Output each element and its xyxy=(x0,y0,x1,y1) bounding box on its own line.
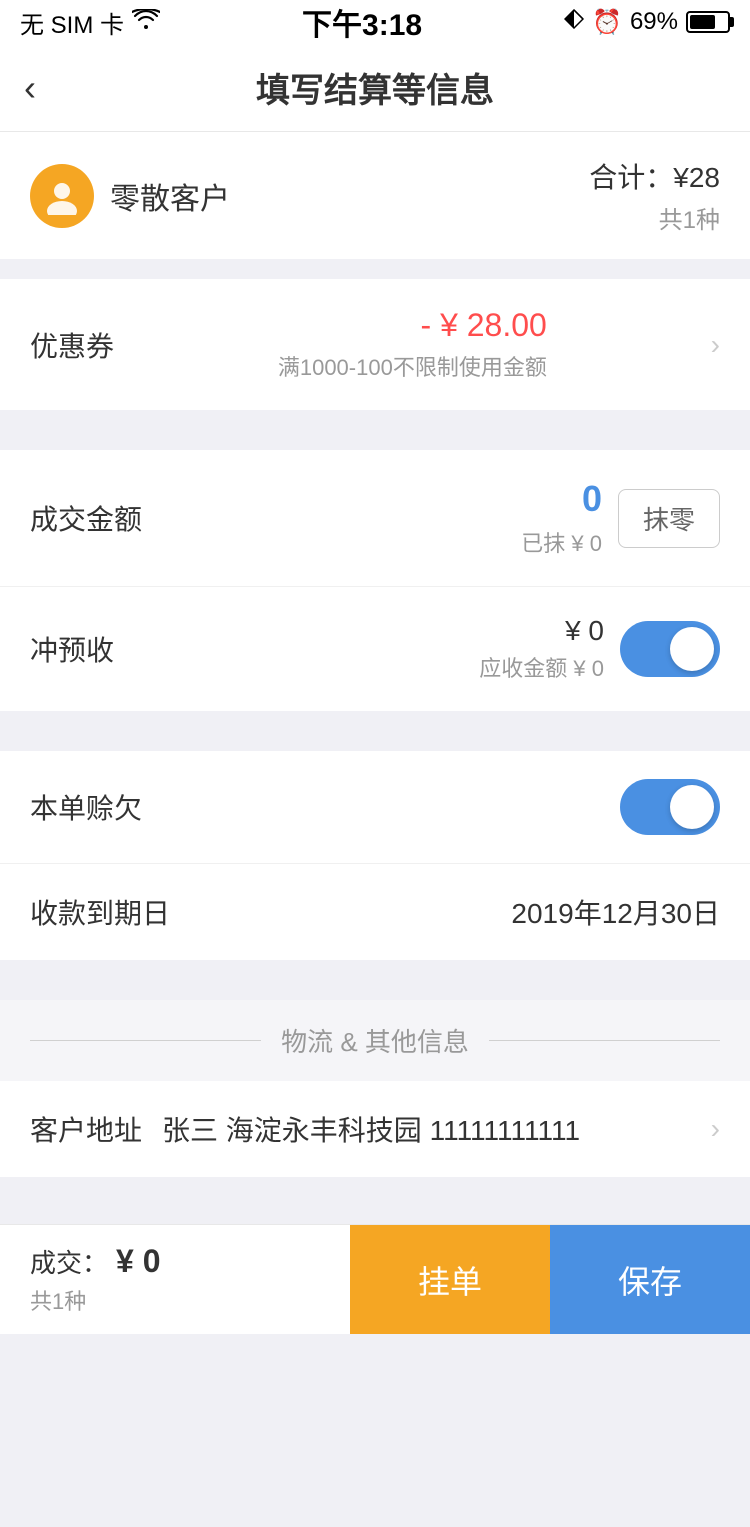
customer-section: 零散客户 合计：¥28 共1种 xyxy=(0,132,750,259)
location-icon xyxy=(564,8,584,36)
coupon-discount: - ¥ 28.00 xyxy=(278,307,547,344)
due-date-value: 2019年12月30日 xyxy=(511,892,720,932)
coupon-value-group: - ¥ 28.00 满1000-100不限制使用金额 xyxy=(278,307,547,382)
transaction-section: 成交金额 0 已抹 ¥ 0 抹零 冲预收 ¥ 0 应收金额 ¥ 0 xyxy=(0,450,750,711)
transaction-value: 0 xyxy=(521,478,602,520)
due-date-row: 收款到期日 2019年12月30日 xyxy=(0,864,750,960)
debt-toggle[interactable] xyxy=(620,779,720,835)
bottom-bar: 成交： ¥ 0 共1种 挂单 保存 xyxy=(0,1224,750,1334)
logistics-label: 物流 & 其他信息 xyxy=(281,1022,469,1059)
address-chevron-icon: › xyxy=(711,1113,720,1145)
prepayment-label: 冲预收 xyxy=(30,629,114,669)
save-button-label: 保存 xyxy=(618,1257,682,1303)
hang-button-label: 挂单 xyxy=(418,1257,482,1303)
customer-count: 共1种 xyxy=(589,200,720,235)
coupon-label: 优惠券 xyxy=(30,325,114,365)
prepayment-values: ¥ 0 应收金额 ¥ 0 xyxy=(479,615,604,683)
separator-1 xyxy=(0,430,750,450)
transaction-value-group: 0 已抹 ¥ 0 xyxy=(521,478,602,558)
debt-row: 本单赊欠 xyxy=(0,751,750,864)
alarm-icon: ⏰ xyxy=(592,8,622,37)
save-button[interactable]: 保存 xyxy=(550,1225,750,1334)
address-value: 张三 海淀永丰科技园 11111111111 xyxy=(162,1109,711,1149)
bottom-summary: 成交： ¥ 0 共1种 xyxy=(0,1243,350,1316)
transaction-row: 成交金额 0 已抹 ¥ 0 抹零 xyxy=(0,450,750,587)
battery-percent: 69% xyxy=(630,8,678,36)
address-row[interactable]: 客户地址 张三 海淀永丰科技园 11111111111 › xyxy=(0,1081,750,1177)
nav-bar: ‹ 填写结算等信息 xyxy=(0,44,750,132)
prepayment-toggle[interactable] xyxy=(620,621,720,677)
summary-label: 成交： xyxy=(30,1243,108,1280)
battery-icon xyxy=(686,11,730,33)
bottom-spacer xyxy=(0,1417,750,1527)
bottom-buttons: 挂单 保存 xyxy=(350,1225,750,1334)
customer-right: 合计：¥28 共1种 xyxy=(589,156,720,235)
debt-label: 本单赊欠 xyxy=(30,787,142,827)
customer-left: 零散客户 xyxy=(30,164,230,228)
prepayment-receivable: 应收金额 ¥ 0 xyxy=(479,651,604,683)
back-button[interactable]: ‹ xyxy=(24,67,36,109)
status-left: 无 SIM 卡 xyxy=(20,5,160,40)
due-date-label: 收款到期日 xyxy=(30,892,170,932)
wifi-icon xyxy=(132,8,160,36)
coupon-description: 满1000-100不限制使用金额 xyxy=(278,350,547,382)
debt-section: 本单赊欠 收款到期日 2019年12月30日 xyxy=(0,751,750,960)
divider-line-right xyxy=(489,1040,720,1041)
summary-top: 成交： ¥ 0 xyxy=(30,1243,320,1280)
transaction-label: 成交金额 xyxy=(30,498,142,538)
summary-count: 共1种 xyxy=(30,1284,320,1316)
logistics-divider: 物流 & 其他信息 xyxy=(0,1000,750,1081)
address-label: 客户地址 xyxy=(30,1109,142,1149)
chevron-right-icon: › xyxy=(711,329,720,361)
coupon-row[interactable]: 优惠券 - ¥ 28.00 满1000-100不限制使用金额 › xyxy=(0,279,750,410)
avatar xyxy=(30,164,94,228)
transaction-right: 0 已抹 ¥ 0 抹零 xyxy=(521,478,720,558)
customer-name: 零散客户 xyxy=(110,174,230,218)
customer-total: 合计：¥28 xyxy=(589,156,720,196)
separator-2 xyxy=(0,731,750,751)
coupon-section: 优惠券 - ¥ 28.00 满1000-100不限制使用金额 › xyxy=(0,279,750,410)
zero-button[interactable]: 抹零 xyxy=(618,489,720,548)
transaction-zeroed: 已抹 ¥ 0 xyxy=(521,526,602,558)
status-bar: 无 SIM 卡 下午3:18 ⏰ 69% xyxy=(0,0,750,44)
carrier-text: 无 SIM 卡 xyxy=(20,5,124,40)
prepayment-row: 冲预收 ¥ 0 应收金额 ¥ 0 xyxy=(0,587,750,711)
prepayment-amount: ¥ 0 xyxy=(479,615,604,647)
nav-title: 填写结算等信息 xyxy=(256,63,494,112)
divider-line-left xyxy=(30,1040,261,1041)
summary-amount: ¥ 0 xyxy=(116,1243,160,1280)
address-section: 客户地址 张三 海淀永丰科技园 11111111111 › xyxy=(0,1081,750,1177)
separator-3 xyxy=(0,980,750,1000)
prepayment-right: ¥ 0 应收金额 ¥ 0 xyxy=(479,615,720,683)
time-display: 下午3:18 xyxy=(302,0,422,44)
status-right: ⏰ 69% xyxy=(564,8,730,37)
hang-button[interactable]: 挂单 xyxy=(350,1225,550,1334)
